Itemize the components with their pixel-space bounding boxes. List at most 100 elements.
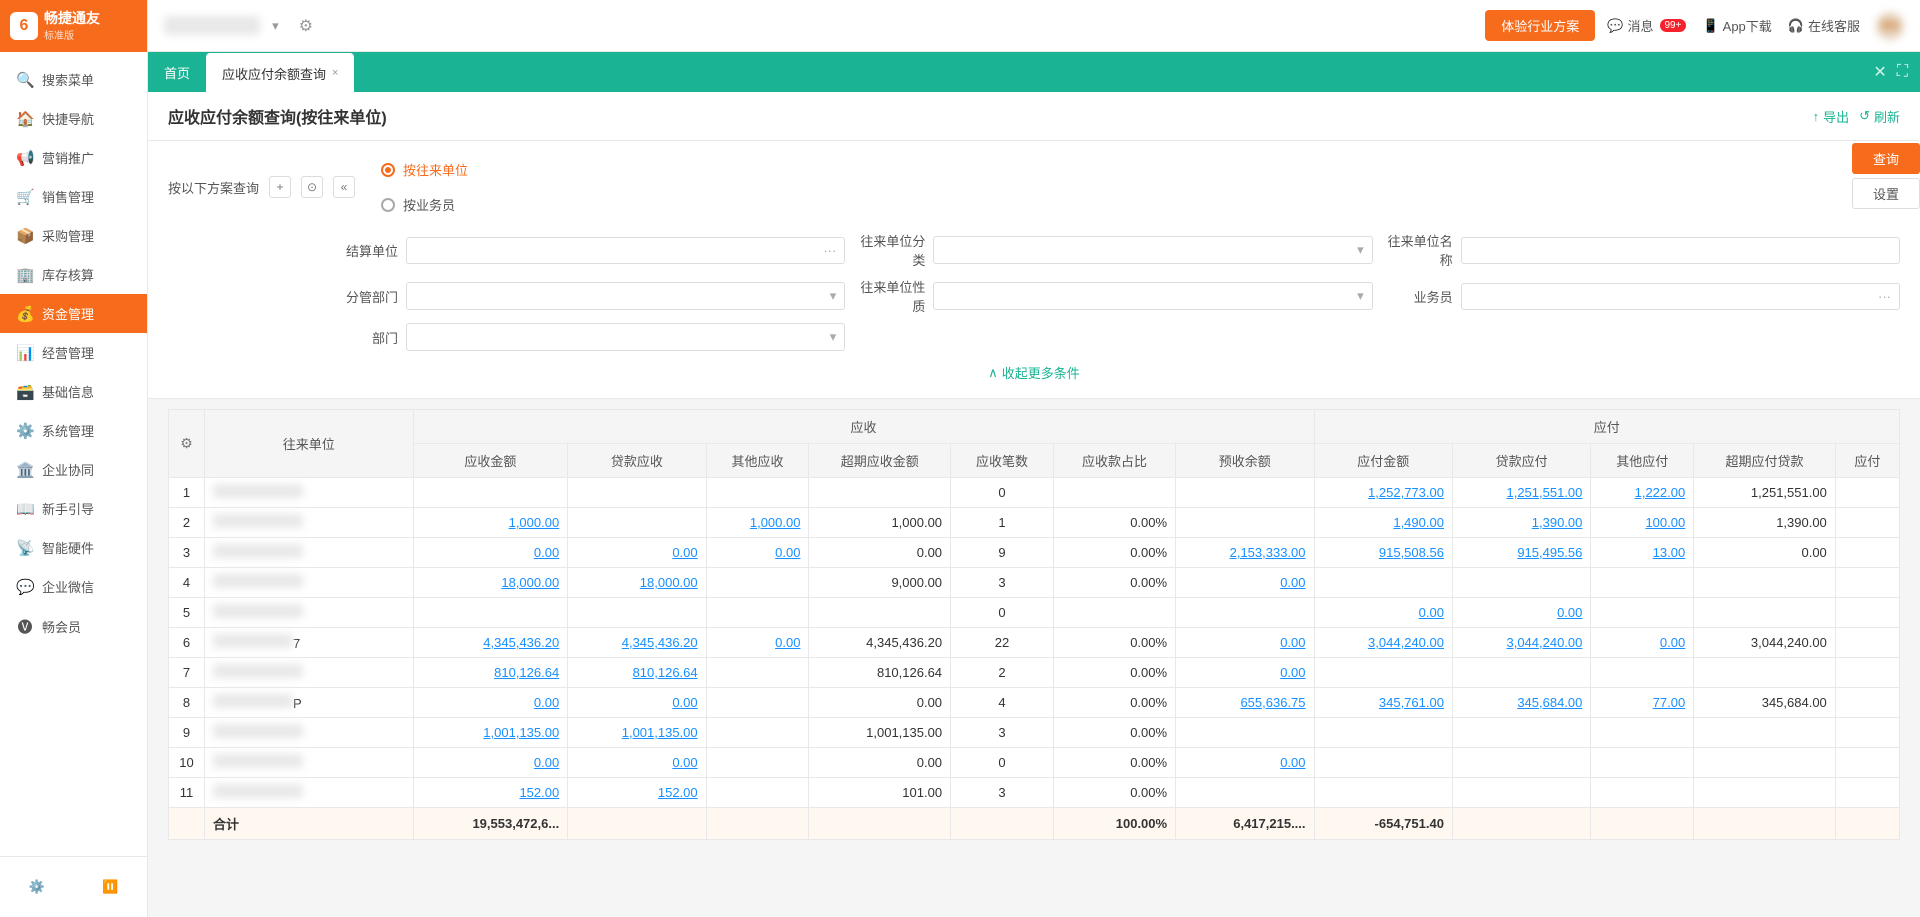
table-cell[interactable]: 1,001,135.00	[568, 718, 706, 748]
message-button[interactable]: 💬 消息 99+	[1607, 16, 1686, 35]
sidebar-item-purchase[interactable]: 📦 采购管理	[0, 216, 147, 255]
filter-action-btns: 查询 设置	[1852, 143, 1920, 209]
table-cell[interactable]: 152.00	[413, 778, 568, 808]
table-cell	[706, 718, 809, 748]
table-cell[interactable]: 4,345,436.20	[568, 628, 706, 658]
table-row: 101,252,773.001,251,551.001,222.001,251,…	[169, 478, 1900, 508]
partner-nature-input[interactable]: ▾	[933, 282, 1372, 310]
table-cell[interactable]: 0.00	[1314, 598, 1452, 628]
filter-arrow-btn[interactable]: «	[333, 176, 355, 198]
dropdown-arrow-icon[interactable]: ▾	[272, 18, 279, 34]
filter-add-btn[interactable]: +	[269, 176, 291, 198]
sidebar-item-wechat[interactable]: 💬 企业微信	[0, 567, 147, 606]
refresh-button[interactable]: ↺ 刷新	[1859, 107, 1900, 126]
sidebar-item-corp[interactable]: 🏛️ 企业协同	[0, 450, 147, 489]
table-cell[interactable]: 1,000.00	[706, 508, 809, 538]
table-cell[interactable]: 0.00	[1176, 658, 1314, 688]
table-cell[interactable]: 0.00	[1452, 598, 1590, 628]
table-cell[interactable]: 1,252,773.00	[1314, 478, 1452, 508]
sidebar-item-member[interactable]: 🅥 畅会员	[0, 606, 147, 647]
table-cell[interactable]: 345,684.00	[1452, 688, 1590, 718]
table-cell[interactable]: 0.00	[568, 688, 706, 718]
settlement-unit-input[interactable]: ···	[406, 237, 845, 264]
tab-expand-icon[interactable]: ⛶	[1897, 63, 1908, 81]
settings-button[interactable]: 设置	[1852, 178, 1920, 209]
table-cell[interactable]: 0.00	[413, 538, 568, 568]
partner-name-input[interactable]	[1461, 237, 1900, 264]
table-cell[interactable]: 0.00	[706, 538, 809, 568]
table-cell[interactable]: 810,126.64	[413, 658, 568, 688]
sidebar-item-hardware[interactable]: 📡 智能硬件	[0, 528, 147, 567]
sidebar-item-guide[interactable]: 📖 新手引导	[0, 489, 147, 528]
table-cell[interactable]: 3,044,240.00	[1452, 628, 1590, 658]
table-cell[interactable]: 1,222.00	[1591, 478, 1694, 508]
tab-close-icon[interactable]: ×	[332, 67, 338, 79]
sidebar-item-shortcut[interactable]: 🏠 快捷导航	[0, 99, 147, 138]
solution-button[interactable]: 体验行业方案	[1485, 10, 1595, 41]
partner-category-input[interactable]: ▾	[933, 236, 1372, 264]
tab-close-window-icon[interactable]: ✕	[1873, 62, 1886, 82]
table-cell[interactable]: 0.00	[568, 748, 706, 778]
dept-input[interactable]: ▾	[406, 282, 845, 310]
table-cell[interactable]: 0.00	[1176, 628, 1314, 658]
sidebar-item-marketing[interactable]: 📢 营销推广	[0, 138, 147, 177]
table-cell[interactable]: 0.00	[1176, 568, 1314, 598]
filter-by-salesman[interactable]: 按业务员	[369, 188, 480, 221]
sub-dept-input[interactable]: ▾	[406, 323, 845, 351]
sidebar-item-inventory[interactable]: 🏢 库存核算	[0, 255, 147, 294]
table-cell[interactable]: 0.00	[1591, 628, 1694, 658]
query-button[interactable]: 查询	[1852, 143, 1920, 174]
row-number: 9	[169, 718, 205, 748]
table-cell[interactable]: 345,761.00	[1314, 688, 1452, 718]
table-cell[interactable]: 100.00	[1591, 508, 1694, 538]
table-cell[interactable]: 915,508.56	[1314, 538, 1452, 568]
sidebar-item-search[interactable]: 🔍 搜索菜单	[0, 60, 147, 99]
sidebar-bottom-pause[interactable]: ⏸️	[86, 871, 134, 903]
table-cell[interactable]: 0.00	[413, 688, 568, 718]
table-cell[interactable]: 0.00	[413, 748, 568, 778]
online-service-button[interactable]: 🎧 在线客服	[1788, 16, 1860, 35]
table-cell[interactable]: 1,001,135.00	[413, 718, 568, 748]
table-cell[interactable]: 3,044,240.00	[1314, 628, 1452, 658]
tab-current[interactable]: 应收应付余额查询 ×	[206, 53, 354, 93]
table-cell[interactable]: 4,345,436.20	[413, 628, 568, 658]
filter-collapse-btn[interactable]: ∧ 收起更多条件	[168, 359, 1900, 386]
table-cell[interactable]: 18,000.00	[413, 568, 568, 598]
sidebar-bottom-settings[interactable]: ⚙️	[13, 871, 61, 903]
table-cell[interactable]: 152.00	[568, 778, 706, 808]
app-download-button[interactable]: 📱 App下载	[1702, 16, 1771, 35]
sidebar-item-fund[interactable]: 💰 资金管理	[0, 294, 147, 333]
table-cell[interactable]: 810,126.64	[568, 658, 706, 688]
table-cell[interactable]: 915,495.56	[1452, 538, 1590, 568]
table-cell[interactable]: 18,000.00	[568, 568, 706, 598]
sidebar-item-base[interactable]: 🗃️ 基础信息	[0, 372, 147, 411]
table-cell[interactable]: 13.00	[1591, 538, 1694, 568]
table-cell[interactable]: 2,153,333.00	[1176, 538, 1314, 568]
table-cell	[1314, 568, 1452, 598]
tab-home[interactable]: 首页	[148, 52, 206, 92]
export-button[interactable]: ↑ 导出	[1813, 107, 1850, 126]
table-cell[interactable]: 0.00	[706, 628, 809, 658]
table-cell[interactable]: 77.00	[1591, 688, 1694, 718]
table-cell[interactable]: 0.00	[568, 538, 706, 568]
filter-by-partner[interactable]: 按往来单位	[369, 153, 480, 186]
sidebar-item-operation[interactable]: 📊 经营管理	[0, 333, 147, 372]
table-cell[interactable]: 1,490.00	[1314, 508, 1452, 538]
row-number: 7	[169, 658, 205, 688]
table-cell[interactable]: 655,636.75	[1176, 688, 1314, 718]
th-settings[interactable]: ⚙	[169, 410, 205, 478]
member-icon: 🅥	[16, 616, 34, 637]
topbar-gear-icon[interactable]: ⚙	[299, 16, 313, 36]
table-cell[interactable]: 0.00	[1176, 748, 1314, 778]
table-cell[interactable]: 1,390.00	[1452, 508, 1590, 538]
topbar-right: 💬 消息 99+ 📱 App下载 🎧 在线客服 Rit	[1607, 12, 1904, 40]
table-cell[interactable]: 1,251,551.00	[1452, 478, 1590, 508]
salesman-input[interactable]: ···	[1461, 283, 1900, 310]
table-cell[interactable]: 1,000.00	[413, 508, 568, 538]
sidebar-item-sales[interactable]: 🛒 销售管理	[0, 177, 147, 216]
table-settings-icon[interactable]: ⚙	[180, 435, 193, 451]
filter-target-btn[interactable]: ⊙	[301, 176, 323, 198]
sidebar-item-system[interactable]: ⚙️ 系统管理	[0, 411, 147, 450]
user-avatar[interactable]: Rit	[1876, 12, 1904, 40]
footer-other-recv	[706, 808, 809, 840]
